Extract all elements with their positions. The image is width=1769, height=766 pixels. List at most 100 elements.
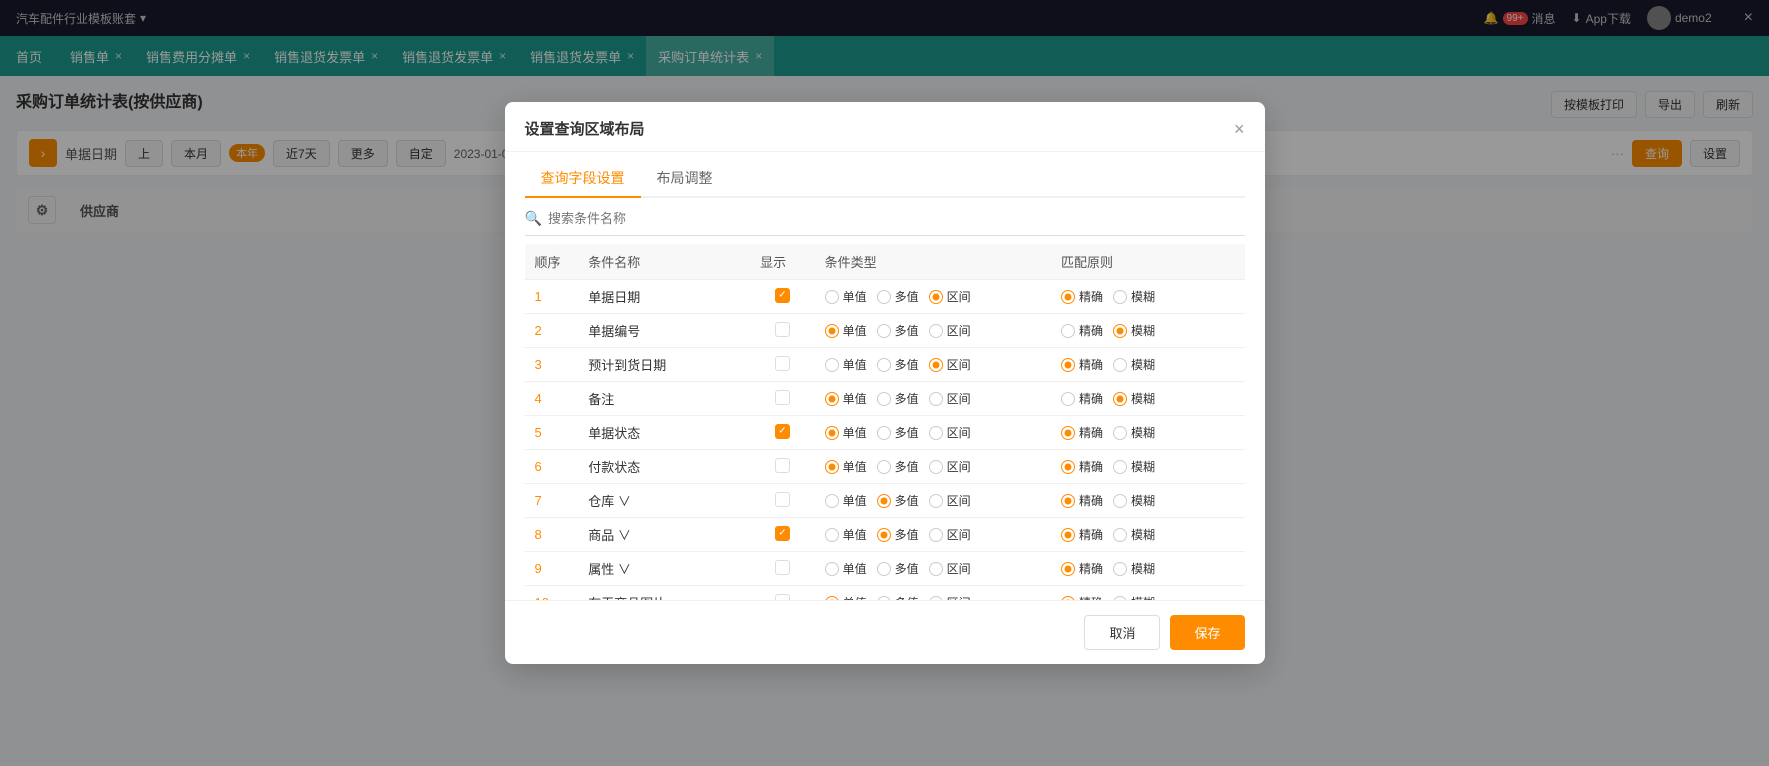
type-radio-区间[interactable]: 区间 <box>929 390 971 407</box>
conditions-table: 顺序 条件名称 显示 条件类型 匹配原则 <box>525 244 1245 280</box>
col-order-header: 顺序 <box>525 244 579 280</box>
tab-layout-adjust[interactable]: 布局调整 <box>641 160 729 198</box>
type-radio-多值[interactable]: 多值 <box>877 458 919 475</box>
type-radio-多值[interactable]: 多值 <box>877 356 919 373</box>
match-radio-模糊[interactable]: 模糊 <box>1113 458 1155 475</box>
type-radio-多值[interactable]: 多值 <box>877 492 919 509</box>
match-radio-模糊[interactable]: 模糊 <box>1113 560 1155 577</box>
row-match-cell: 精确模糊 <box>1051 518 1244 552</box>
match-radio-精确[interactable]: 精确 <box>1061 492 1103 509</box>
save-button[interactable]: 保存 <box>1170 615 1244 650</box>
match-radio-精确[interactable]: 精确 <box>1061 458 1103 475</box>
row-match-cell: 精确模糊 <box>1051 484 1244 518</box>
display-checkbox[interactable] <box>775 288 790 303</box>
match-radio-模糊[interactable]: 模糊 <box>1113 288 1155 305</box>
radio-circle <box>929 528 943 542</box>
tab-query-settings[interactable]: 查询字段设置 <box>525 160 641 198</box>
radio-circle <box>1061 460 1075 474</box>
match-radio-精确[interactable]: 精确 <box>1061 560 1103 577</box>
type-radio-多值[interactable]: 多值 <box>877 322 919 339</box>
match-radio-模糊[interactable]: 模糊 <box>1113 526 1155 543</box>
search-input[interactable] <box>548 211 1245 226</box>
match-radio-精确[interactable]: 精确 <box>1061 526 1103 543</box>
display-checkbox[interactable] <box>775 458 790 473</box>
table-row: 9属性 ∨单值多值区间精确模糊 <box>525 552 1245 586</box>
row-order: 2 <box>525 314 579 348</box>
match-radio-精确[interactable]: 精确 <box>1061 424 1103 441</box>
type-radio-单值[interactable]: 单值 <box>825 390 867 407</box>
type-radio-单值[interactable]: 单值 <box>825 424 867 441</box>
type-radio-单值[interactable]: 单值 <box>825 288 867 305</box>
type-radio-区间[interactable]: 区间 <box>929 322 971 339</box>
type-radio-区间[interactable]: 区间 <box>929 424 971 441</box>
display-checkbox[interactable] <box>775 594 790 601</box>
radio-circle <box>1113 562 1127 576</box>
type-radio-单值[interactable]: 单值 <box>825 560 867 577</box>
type-radio-区间[interactable]: 区间 <box>929 526 971 543</box>
type-radio-多值[interactable]: 多值 <box>877 390 919 407</box>
type-radio-区间[interactable]: 区间 <box>929 560 971 577</box>
radio-circle <box>1113 290 1127 304</box>
type-radio-多值[interactable]: 多值 <box>877 526 919 543</box>
radio-circle <box>877 494 891 508</box>
match-radio-模糊[interactable]: 模糊 <box>1113 492 1155 509</box>
tab-label: 查询字段设置 <box>541 170 625 186</box>
type-radio-多值[interactable]: 多值 <box>877 424 919 441</box>
display-checkbox[interactable] <box>775 526 790 541</box>
match-radio-精确[interactable]: 精确 <box>1061 390 1103 407</box>
display-checkbox[interactable] <box>775 424 790 439</box>
radio-circle <box>1061 494 1075 508</box>
col-type-header: 条件类型 <box>815 244 1051 280</box>
radio-circle <box>1113 460 1127 474</box>
radio-circle <box>1061 562 1075 576</box>
radio-circle <box>1061 426 1075 440</box>
row-name: 单据状态 <box>578 416 750 450</box>
radio-circle <box>929 426 943 440</box>
row-display-cell <box>750 518 814 552</box>
type-radio-多值[interactable]: 多值 <box>877 560 919 577</box>
row-name: 属性 ∨ <box>578 552 750 586</box>
radio-circle <box>929 392 943 406</box>
type-radio-区间[interactable]: 区间 <box>929 288 971 305</box>
radio-circle <box>1113 596 1127 601</box>
radio-circle <box>825 426 839 440</box>
table-row: 2单据编号单值多值区间精确模糊 <box>525 314 1245 348</box>
cancel-button[interactable]: 取消 <box>1084 615 1160 650</box>
match-radio-精确[interactable]: 精确 <box>1061 288 1103 305</box>
conditions-scroll-area[interactable]: 1单据日期单值多值区间精确模糊2单据编号单值多值区间精确模糊3预计到货日期单值多… <box>525 280 1245 600</box>
type-radio-区间[interactable]: 区间 <box>929 458 971 475</box>
dialog-footer: 取消 保存 <box>505 600 1265 664</box>
settings-dialog: 设置查询区域布局 × 查询字段设置 布局调整 🔍 <box>505 102 1265 664</box>
type-radio-多值[interactable]: 多值 <box>877 288 919 305</box>
type-radio-单值[interactable]: 单值 <box>825 526 867 543</box>
match-radio-模糊[interactable]: 模糊 <box>1113 322 1155 339</box>
type-radio-区间[interactable]: 区间 <box>929 492 971 509</box>
type-radio-单值[interactable]: 单值 <box>825 322 867 339</box>
type-radio-单值[interactable]: 单值 <box>825 356 867 373</box>
match-radio-模糊[interactable]: 模糊 <box>1113 390 1155 407</box>
type-radio-单值[interactable]: 单值 <box>825 458 867 475</box>
row-match-cell: 精确模糊 <box>1051 450 1244 484</box>
match-radio-模糊[interactable]: 模糊 <box>1113 424 1155 441</box>
display-checkbox[interactable] <box>775 560 790 575</box>
display-checkbox[interactable] <box>775 322 790 337</box>
radio-circle <box>877 562 891 576</box>
radio-circle <box>877 460 891 474</box>
dialog-close-button[interactable]: × <box>1234 120 1245 138</box>
display-checkbox[interactable] <box>775 492 790 507</box>
display-checkbox[interactable] <box>775 390 790 405</box>
row-type-cell: 单值多值区间 <box>815 518 1051 552</box>
type-radio-单值[interactable]: 单值 <box>825 492 867 509</box>
table-row: 3预计到货日期单值多值区间精确模糊 <box>525 348 1245 382</box>
row-display-cell <box>750 416 814 450</box>
row-display-cell <box>750 484 814 518</box>
match-radio-模糊[interactable]: 模糊 <box>1113 356 1155 373</box>
display-checkbox[interactable] <box>775 356 790 371</box>
type-radio-区间[interactable]: 区间 <box>929 356 971 373</box>
radio-circle <box>825 562 839 576</box>
radio-circle <box>929 596 943 601</box>
row-name: 商品 ∨ <box>578 518 750 552</box>
match-radio-精确[interactable]: 精确 <box>1061 356 1103 373</box>
dialog-title: 设置查询区域布局 <box>525 118 645 139</box>
match-radio-精确[interactable]: 精确 <box>1061 322 1103 339</box>
